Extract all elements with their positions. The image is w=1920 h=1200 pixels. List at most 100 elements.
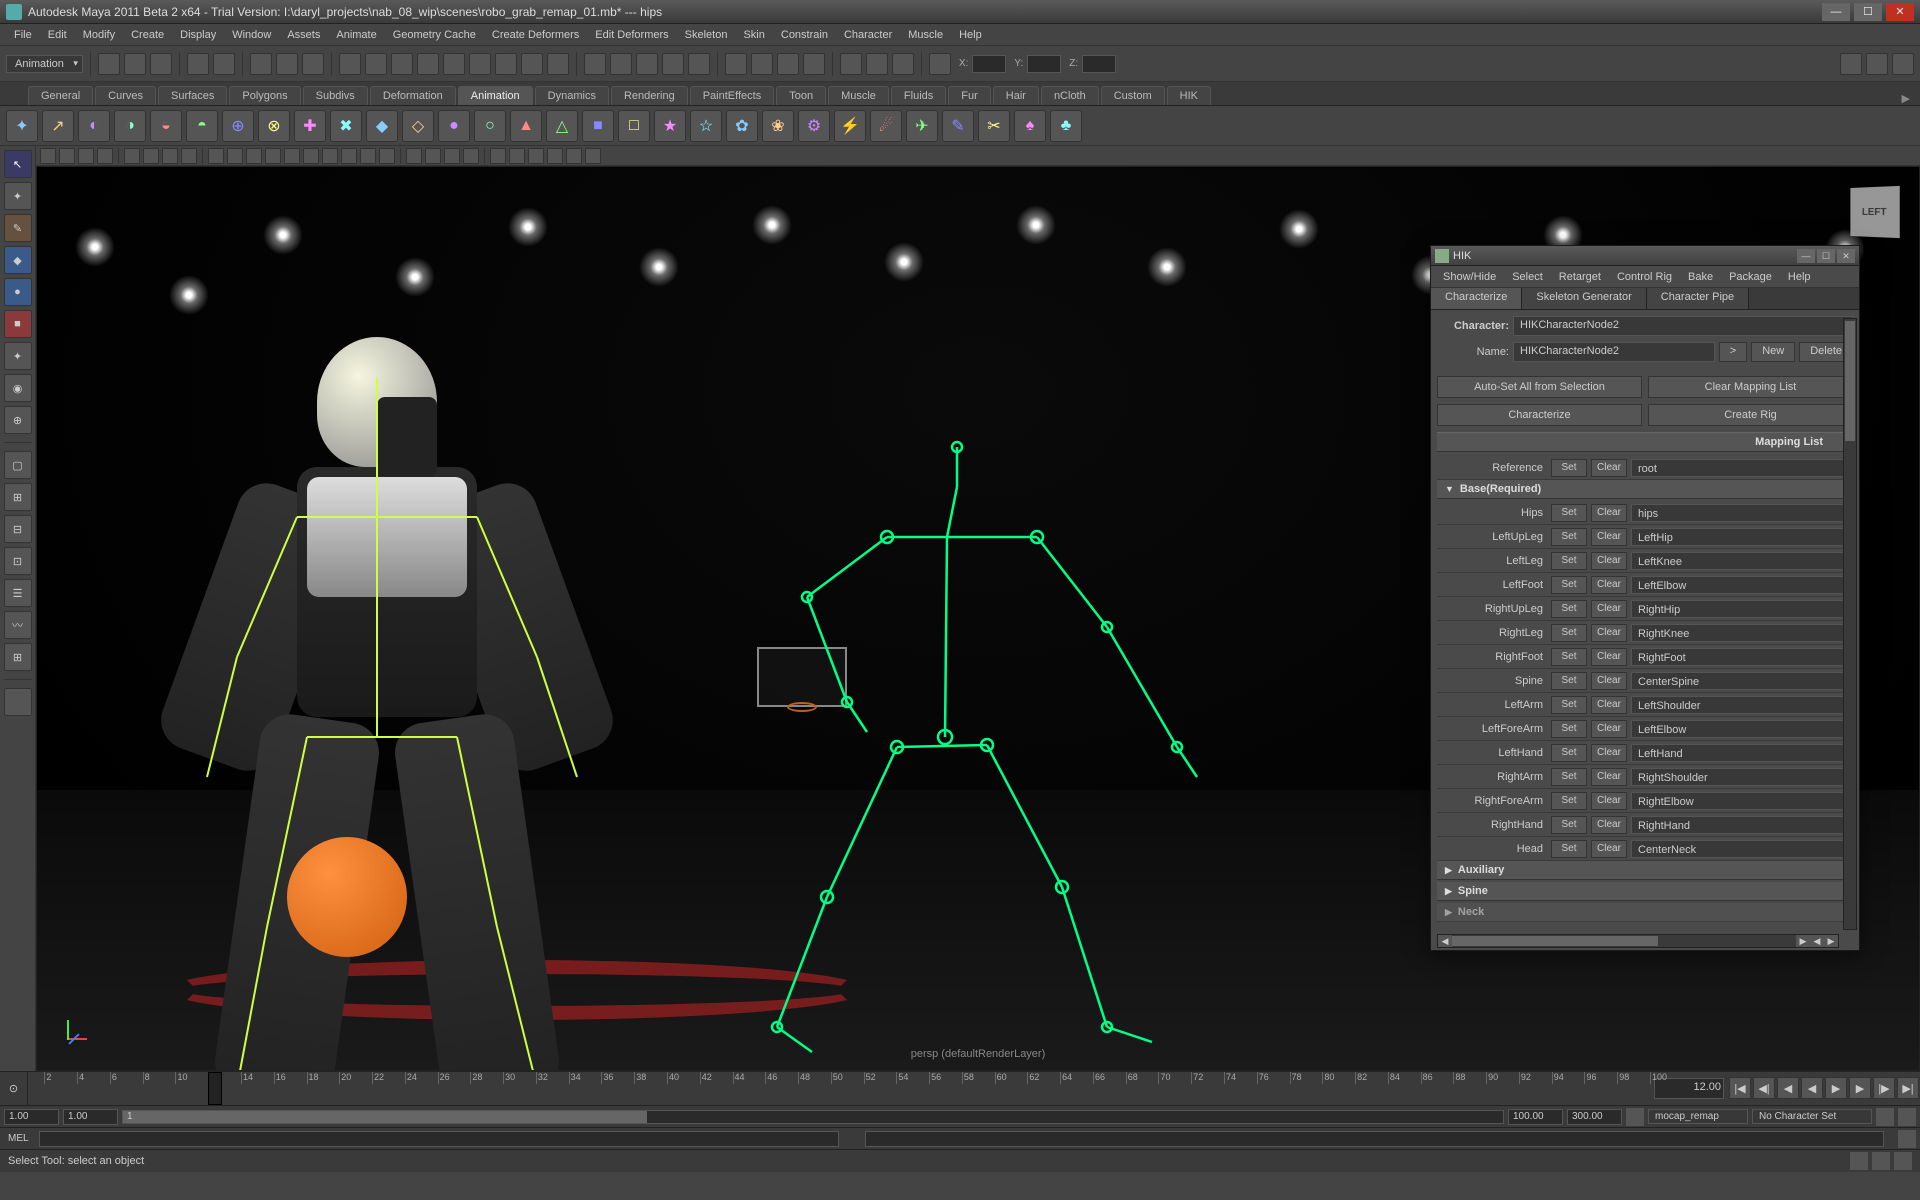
hik-tab-characterize[interactable]: Characterize (1431, 288, 1522, 309)
shelf-tab-polygons[interactable]: Polygons (229, 86, 300, 105)
joint-value[interactable]: LeftKnee (1631, 552, 1853, 570)
history-icon[interactable] (803, 53, 825, 75)
mask-icon[interactable] (339, 53, 361, 75)
mask-icon[interactable] (417, 53, 439, 75)
mask-icon[interactable] (443, 53, 465, 75)
hik-menu-bake[interactable]: Bake (1680, 271, 1721, 283)
joint-value[interactable]: LeftHip (1631, 528, 1853, 546)
viewport-tool-icon[interactable] (341, 148, 357, 164)
render-settings-icon[interactable] (892, 53, 914, 75)
shelf-tool-icon[interactable]: ✎ (942, 110, 974, 142)
layout-two-icon[interactable]: ⊟ (4, 515, 32, 543)
shelf-tool-icon[interactable]: ☆ (690, 110, 722, 142)
viewport-tool-icon[interactable] (566, 148, 582, 164)
layout-icon[interactable] (1892, 53, 1914, 75)
joint-value[interactable]: RightKnee (1631, 624, 1853, 642)
joint-value[interactable]: LeftShoulder (1631, 696, 1853, 714)
mask-icon[interactable] (547, 53, 569, 75)
snap-live-icon[interactable] (688, 53, 710, 75)
mask-icon[interactable] (521, 53, 543, 75)
menu-assets[interactable]: Assets (279, 29, 328, 41)
reference-value[interactable]: root (1631, 459, 1853, 477)
reference-clear-button[interactable]: Clear (1591, 459, 1627, 477)
render-icon[interactable] (840, 53, 862, 75)
viewport-tool-icon[interactable] (444, 148, 460, 164)
hik-hscrollbar[interactable]: ◀▶◀▶ (1437, 934, 1839, 948)
shelf-tool-icon[interactable]: □ (618, 110, 650, 142)
shelf-tool-icon[interactable]: ✿ (726, 110, 758, 142)
status-icon[interactable] (1850, 1152, 1868, 1170)
layout-persp-icon[interactable]: ⊡ (4, 547, 32, 575)
viewport-tool-icon[interactable] (509, 148, 525, 164)
viewport-tool-icon[interactable] (246, 148, 262, 164)
shelf-tool-icon[interactable]: ● (438, 110, 470, 142)
viewport-tool-icon[interactable] (143, 148, 159, 164)
joint-clear-button[interactable]: Clear (1591, 648, 1627, 666)
menu-file[interactable]: File (6, 29, 40, 41)
shelf-tool-icon[interactable]: ✈ (906, 110, 938, 142)
module-dropdown[interactable]: Animation (6, 55, 83, 73)
joint-set-button[interactable]: Set (1551, 624, 1587, 642)
shelf-tool-icon[interactable]: ◓ (186, 110, 218, 142)
joint-set-button[interactable]: Set (1551, 696, 1587, 714)
hik-close-button[interactable]: ✕ (1837, 249, 1855, 263)
menu-skeleton[interactable]: Skeleton (677, 29, 736, 41)
ipr-icon[interactable] (866, 53, 888, 75)
go-end-button[interactable]: ▶| (1897, 1077, 1919, 1099)
coord-y-input[interactable] (1027, 55, 1061, 73)
shelf-tool-icon[interactable]: ❀ (762, 110, 794, 142)
step-back-key-button[interactable]: ◀| (1753, 1077, 1775, 1099)
universal-manip-icon[interactable]: ✦ (4, 342, 32, 370)
joint-set-button[interactable]: Set (1551, 576, 1587, 594)
hik-maximize-button[interactable]: ☐ (1817, 249, 1835, 263)
shelf-tab-muscle[interactable]: Muscle (828, 86, 889, 105)
joint-value[interactable]: RightShoulder (1631, 768, 1853, 786)
select-object-icon[interactable] (276, 53, 298, 75)
joint-set-button[interactable]: Set (1551, 600, 1587, 618)
viewport-tool-icon[interactable] (360, 148, 376, 164)
shelf-tab-surfaces[interactable]: Surfaces (158, 86, 227, 105)
scale-tool-icon[interactable]: ■ (4, 310, 32, 338)
menu-geometry-cache[interactable]: Geometry Cache (385, 29, 484, 41)
joint-set-button[interactable]: Set (1551, 744, 1587, 762)
hik-menu-select[interactable]: Select (1504, 271, 1551, 283)
anim-layer-icon[interactable] (1626, 1108, 1644, 1126)
spine-section-header[interactable]: ▶Spine (1437, 882, 1853, 901)
viewport-tool-icon[interactable] (227, 148, 243, 164)
paint-select-tool-icon[interactable]: ✎ (4, 214, 32, 242)
shelf-tab-fur[interactable]: Fur (948, 86, 991, 105)
joint-clear-button[interactable]: Clear (1591, 696, 1627, 714)
shelf-tool-icon[interactable]: ☄ (870, 110, 902, 142)
menu-create-deformers[interactable]: Create Deformers (484, 29, 587, 41)
save-scene-icon[interactable] (150, 53, 172, 75)
go-start-button[interactable]: |◀ (1729, 1077, 1751, 1099)
character-set-dropdown[interactable]: No Character Set (1752, 1109, 1872, 1124)
shelf-tool-icon[interactable]: ⚙ (798, 110, 830, 142)
playback-start-field[interactable] (63, 1109, 118, 1125)
shelf-tab-dynamics[interactable]: Dynamics (535, 86, 609, 105)
menu-create[interactable]: Create (123, 29, 172, 41)
joint-set-button[interactable]: Set (1551, 816, 1587, 834)
shelf-tool-icon[interactable]: ✖ (330, 110, 362, 142)
coord-z-input[interactable] (1082, 55, 1116, 73)
hik-menu-control-rig[interactable]: Control Rig (1609, 271, 1680, 283)
minimize-button[interactable]: — (1822, 3, 1850, 21)
viewport-tool-icon[interactable] (59, 148, 75, 164)
viewport-tool-icon[interactable] (322, 148, 338, 164)
joint-set-button[interactable]: Set (1551, 552, 1587, 570)
viewport-tool-icon[interactable] (265, 148, 281, 164)
joint-clear-button[interactable]: Clear (1591, 528, 1627, 546)
shelf-tab-curves[interactable]: Curves (95, 86, 156, 105)
menu-animate[interactable]: Animate (328, 29, 384, 41)
shelf-tool-icon[interactable]: ✦ (6, 110, 38, 142)
menu-skin[interactable]: Skin (735, 29, 772, 41)
shelf-tab-subdivs[interactable]: Subdivs (303, 86, 368, 105)
joint-clear-button[interactable]: Clear (1591, 576, 1627, 594)
snap-point-icon[interactable] (636, 53, 658, 75)
joint-set-button[interactable]: Set (1551, 720, 1587, 738)
shelf-tab-animation[interactable]: Animation (458, 86, 533, 105)
coord-x-input[interactable] (972, 55, 1006, 73)
hik-minimize-button[interactable]: — (1797, 249, 1815, 263)
layout-icon[interactable] (1840, 53, 1862, 75)
viewport-tool-icon[interactable] (425, 148, 441, 164)
